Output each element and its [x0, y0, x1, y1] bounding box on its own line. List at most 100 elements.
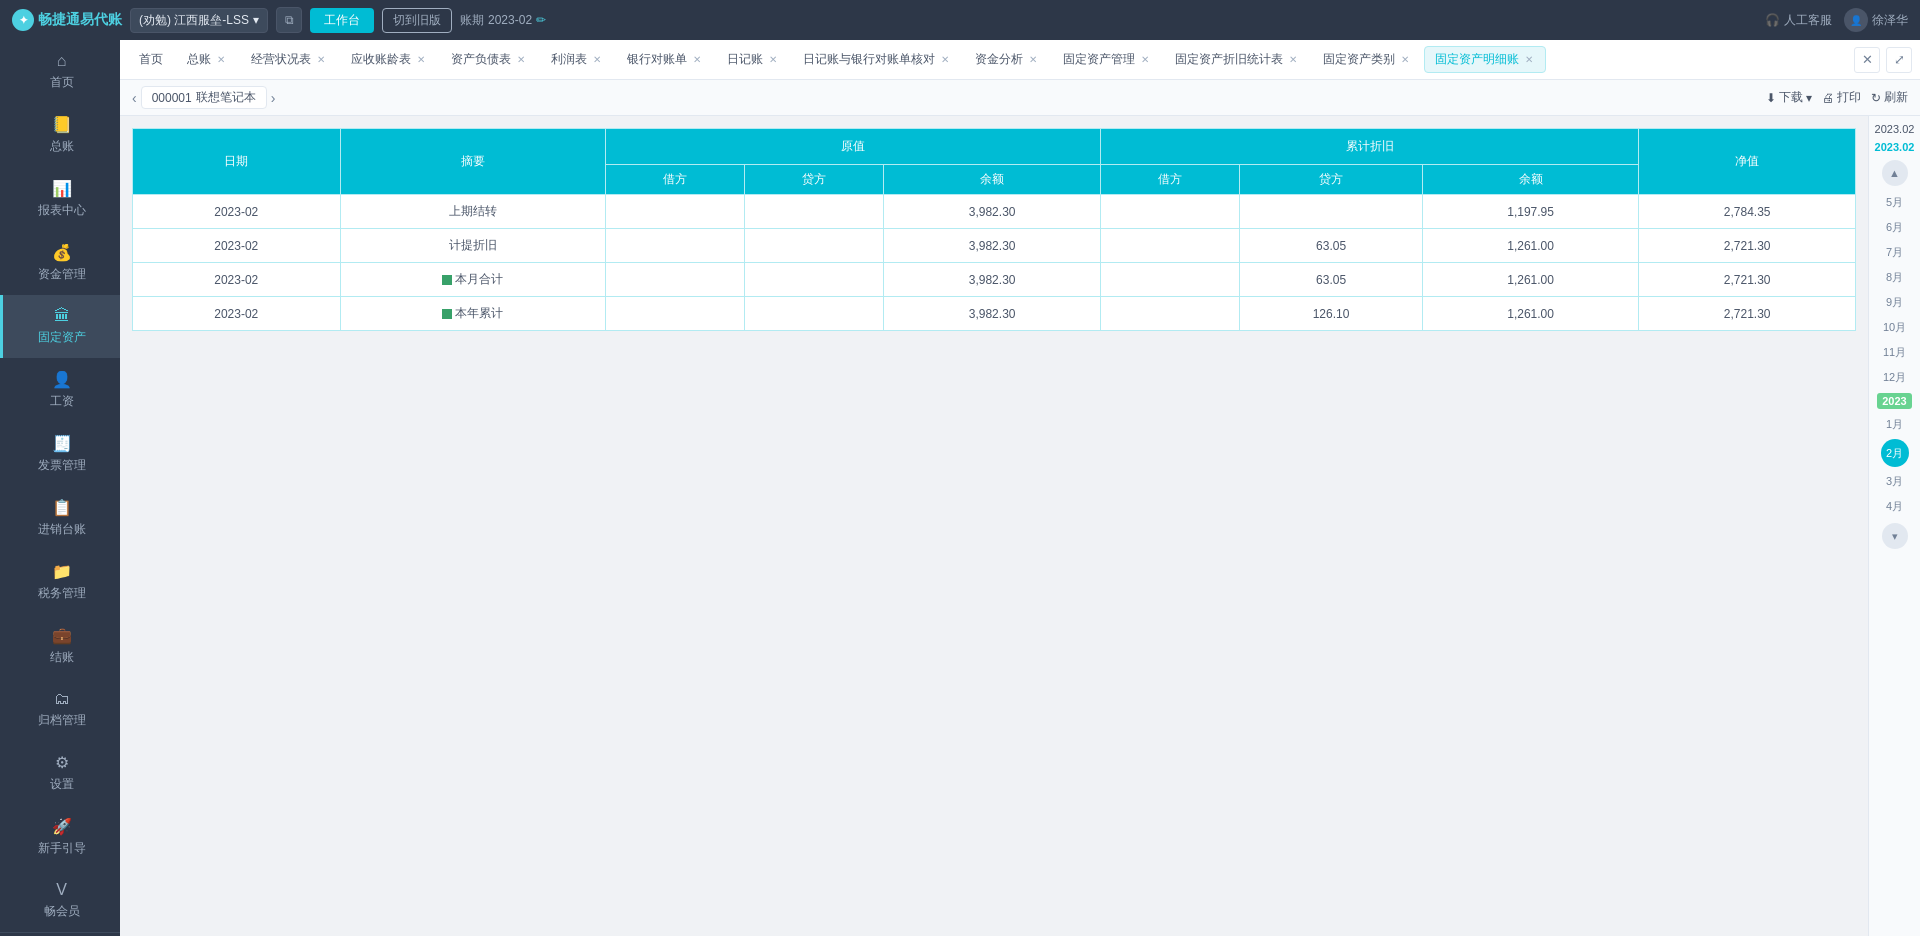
close-icon[interactable]: ✕ — [591, 53, 603, 66]
timeline-month-3[interactable]: 3月 — [1869, 469, 1920, 494]
close-icon[interactable]: ✕ — [315, 53, 327, 66]
scroll-down-button[interactable]: ▾ — [1882, 523, 1908, 549]
service-label: 人工客服 — [1784, 12, 1832, 29]
print-label: 打印 — [1837, 89, 1861, 106]
close-all-tabs-button[interactable]: ✕ — [1854, 47, 1880, 73]
switch-version-button[interactable]: 切到旧版 — [382, 8, 452, 33]
timeline-month-2-active[interactable]: 2月 — [1881, 439, 1909, 467]
tab-journal[interactable]: 日记账 ✕ — [716, 46, 790, 73]
close-icon[interactable]: ✕ — [1523, 53, 1535, 66]
tab-home[interactable]: 首页 — [128, 46, 174, 73]
timeline-month-6[interactable]: 6月 — [1869, 215, 1920, 240]
timeline-month-12[interactable]: 12月 — [1869, 365, 1920, 390]
edit-period-icon[interactable]: ✏ — [536, 13, 546, 27]
invoice-icon: 🧾 — [52, 434, 72, 453]
timeline-month-7[interactable]: 7月 — [1869, 240, 1920, 265]
sidebar-item-capital[interactable]: 💰 资金管理 — [0, 231, 120, 295]
guide-icon: 🚀 — [52, 817, 72, 836]
timeline-month-4[interactable]: 4月 — [1869, 494, 1920, 519]
period-info: 账期 2023-02 ✏ — [460, 12, 546, 29]
tab-check[interactable]: 日记账与银行对账单核对 ✕ — [792, 46, 962, 73]
sidebar-item-assets[interactable]: 🏛 固定资产 — [0, 295, 120, 358]
download-label: 下载 — [1779, 89, 1803, 106]
prev-nav-button[interactable]: ‹ — [132, 90, 137, 106]
close-icon[interactable]: ✕ — [1399, 53, 1411, 66]
timeline-month-5[interactable]: 5月 — [1869, 190, 1920, 215]
chevron-down-icon: ▾ — [253, 13, 259, 27]
tab-asset-mgmt[interactable]: 固定资产管理 ✕ — [1052, 46, 1162, 73]
sidebar-item-sales[interactable]: 📋 进销台账 — [0, 486, 120, 550]
close-icon[interactable]: ✕ — [939, 53, 951, 66]
tab-label: 首页 — [139, 51, 163, 68]
close-icon[interactable]: ✕ — [767, 53, 779, 66]
tab-bank[interactable]: 银行对账单 ✕ — [616, 46, 714, 73]
sidebar-item-label: 进销台账 — [38, 521, 86, 538]
sidebar-item-settings[interactable]: ⚙ 设置 — [0, 741, 120, 805]
next-nav-button[interactable]: › — [271, 90, 276, 106]
close-icon[interactable]: ✕ — [215, 53, 227, 66]
sidebar-item-tax[interactable]: 📁 税务管理 — [0, 550, 120, 614]
refresh-button[interactable]: ↻ 刷新 — [1871, 89, 1908, 106]
tab-receivable[interactable]: 应收账龄表 ✕ — [340, 46, 438, 73]
workspace-button[interactable]: 工作台 — [310, 8, 374, 33]
close-icon[interactable]: ✕ — [515, 53, 527, 66]
close-icon[interactable]: ✕ — [1287, 53, 1299, 66]
maximize-button[interactable]: ⤢ — [1886, 47, 1912, 73]
sidebar-item-settlement[interactable]: 💼 结账 — [0, 614, 120, 678]
sidebar-item-invoice[interactable]: 🧾 发票管理 — [0, 422, 120, 486]
sidebar-item-vip[interactable]: V 畅会员 — [0, 869, 120, 932]
cell-dep-balance: 1,261.00 — [1422, 297, 1639, 331]
tab-ledger[interactable]: 总账 ✕ — [176, 46, 238, 73]
sidebar-item-archive[interactable]: 🗂 归档管理 — [0, 678, 120, 741]
timeline-month-10[interactable]: 10月 — [1869, 315, 1920, 340]
cell-orig-debit — [605, 263, 744, 297]
close-icon[interactable]: ✕ — [1139, 53, 1151, 66]
cell-dep-credit: 63.05 — [1240, 263, 1423, 297]
cell-net-value: 2,721.30 — [1639, 229, 1856, 263]
tab-bar: 首页 总账 ✕ 经营状况表 ✕ 应收账龄表 ✕ 资产负债表 ✕ 利润表 ✕ — [120, 40, 1920, 80]
cell-date: 2023-02 — [133, 195, 341, 229]
sidebar-item-payroll[interactable]: 👤 工资 — [0, 358, 120, 422]
close-icon[interactable]: ✕ — [415, 53, 427, 66]
tab-asset-type[interactable]: 固定资产类别 ✕ — [1312, 46, 1422, 73]
service-button[interactable]: 🎧 人工客服 — [1765, 12, 1832, 29]
timeline-month-1[interactable]: 1月 — [1869, 412, 1920, 437]
sidebar-item-reports[interactable]: 📊 报表中心 — [0, 167, 120, 231]
tab-label: 日记账与银行对账单核对 — [803, 51, 935, 68]
close-icon[interactable]: ✕ — [1027, 53, 1039, 66]
download-button[interactable]: ⬇ 下载 ▾ — [1766, 89, 1812, 106]
user-menu[interactable]: 👤 徐泽华 — [1844, 8, 1908, 32]
copy-button[interactable]: ⧉ — [276, 7, 302, 33]
unpin-sidebar-button[interactable]: ◀ 取消固定 — [0, 932, 120, 936]
sidebar-item-label: 新手引导 — [38, 840, 86, 857]
tab-asset-dep[interactable]: 固定资产折旧统计表 ✕ — [1164, 46, 1310, 73]
timeline-year-entry-2023-02-top: 2023.02 — [1869, 120, 1920, 138]
company-selector[interactable]: (劝勉) 江西服垒-LSS ▾ — [130, 8, 268, 33]
sales-icon: 📋 — [52, 498, 72, 517]
print-button[interactable]: 🖨 打印 — [1822, 89, 1861, 106]
logo-icon: ✦ — [12, 9, 34, 31]
sidebar-item-guide[interactable]: 🚀 新手引导 — [0, 805, 120, 869]
cell-date: 2023-02 — [133, 229, 341, 263]
timeline-month-11[interactable]: 11月 — [1869, 340, 1920, 365]
tab-balance[interactable]: 资产负债表 ✕ — [440, 46, 538, 73]
table-row: 2023-02 本月合计 3,982.30 63.0 — [133, 263, 1856, 297]
scroll-up-button[interactable]: ▲ — [1882, 160, 1908, 186]
tab-management[interactable]: 经营状况表 ✕ — [240, 46, 338, 73]
sidebar-item-ledger[interactable]: 📒 总账 — [0, 103, 120, 167]
cell-net-value: 2,721.30 — [1639, 297, 1856, 331]
sidebar-item-home[interactable]: ⌂ 首页 — [0, 40, 120, 103]
close-icon[interactable]: ✕ — [691, 53, 703, 66]
cell-date: 2023-02 — [133, 297, 341, 331]
header-summary: 摘要 — [340, 129, 605, 195]
tab-asset-detail[interactable]: 固定资产明细账 ✕ — [1424, 46, 1546, 73]
header-dep-credit: 贷方 — [1240, 165, 1423, 195]
tab-profit[interactable]: 利润表 ✕ — [540, 46, 614, 73]
app-logo: ✦ 畅捷通易代账 — [12, 9, 122, 31]
tag-icon — [442, 275, 452, 285]
tab-label: 固定资产管理 — [1063, 51, 1135, 68]
tab-capital-analysis[interactable]: 资金分析 ✕ — [964, 46, 1050, 73]
timeline-month-8[interactable]: 8月 — [1869, 265, 1920, 290]
timeline-month-9[interactable]: 9月 — [1869, 290, 1920, 315]
cell-orig-credit — [744, 195, 883, 229]
